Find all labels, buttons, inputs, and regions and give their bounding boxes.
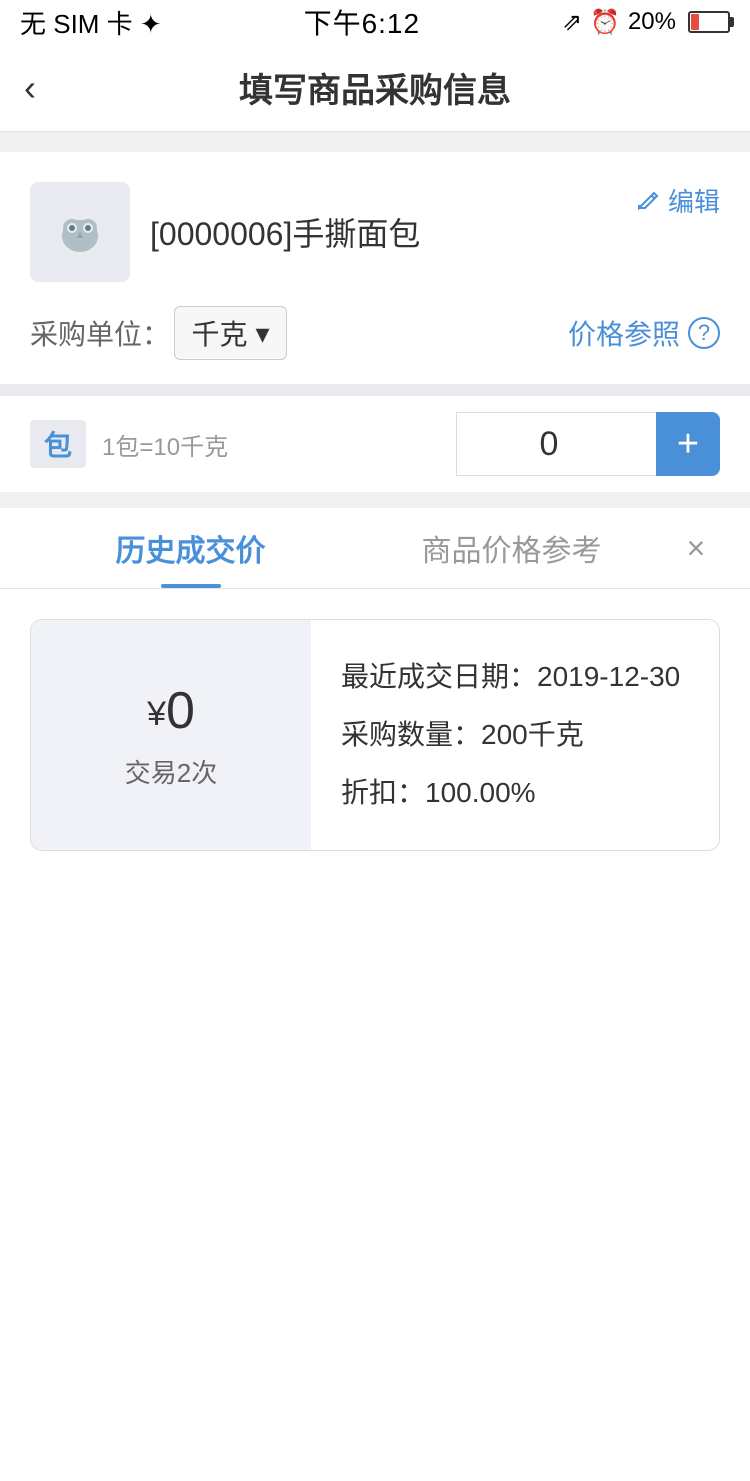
unit-label: 采购单位：: [30, 319, 170, 350]
quantity-input[interactable]: [456, 412, 656, 476]
tabs-header: 历史成交价 商品价格参考 ×: [0, 508, 750, 589]
unit-dropdown-arrow: ▾: [255, 317, 269, 350]
history-qty-row: 采购数量：200千克: [341, 714, 689, 756]
unit-conversion: 1包=10千克: [102, 427, 228, 462]
help-icon: ?: [688, 317, 720, 349]
status-left: 无 SIM 卡 ✦: [20, 4, 162, 41]
yen-symbol: ¥: [147, 694, 166, 732]
quantity-controls: +: [456, 412, 720, 476]
product-section: [0000006]手撕面包 编辑 采购单位： 千克 ▾ 价格参照 ?: [0, 152, 750, 384]
history-card: ¥0 交易2次 最近成交日期：2019-12-30 采购数量：200千克 折扣：…: [30, 619, 720, 851]
edit-button[interactable]: 编辑: [636, 182, 720, 219]
alarm-icon: ⏰: [590, 8, 620, 37]
tab-product-price-ref[interactable]: 商品价格参考: [351, 508, 672, 588]
product-thumbnail: [30, 182, 130, 282]
no-sim-label: 无 SIM 卡 ✦: [20, 4, 162, 41]
location-icon: ⇗: [562, 8, 582, 37]
history-date-row: 最近成交日期：2019-12-30: [341, 656, 689, 698]
history-card-left: ¥0 交易2次: [31, 620, 311, 850]
history-price: ¥0: [147, 681, 195, 741]
battery-percent: 20%: [628, 8, 676, 36]
tab-history-price[interactable]: 历史成交价: [30, 508, 351, 588]
section-divider: [0, 384, 750, 396]
quantity-label: 包 1包=10千克: [30, 420, 228, 468]
back-button[interactable]: ‹: [24, 67, 36, 109]
product-name: [0000006]手撕面包: [150, 209, 420, 255]
unit-select[interactable]: 千克 ▾: [174, 306, 286, 360]
unit-badge: 包: [30, 420, 86, 468]
page-title: 填写商品采购信息: [239, 63, 511, 112]
status-time: 下午6:12: [304, 2, 421, 42]
price-ref-button[interactable]: 价格参照 ?: [568, 313, 720, 353]
status-right: ⇗ ⏰ 20%: [562, 8, 730, 37]
battery-icon: [688, 11, 730, 33]
history-card-right: 最近成交日期：2019-12-30 采购数量：200千克 折扣：100.00%: [311, 620, 719, 850]
tabs-container: 历史成交价 商品价格参考 × ¥0 交易2次 最近成交日期：2019-12-30…: [0, 508, 750, 881]
page-body-rest: [0, 881, 750, 1481]
product-header: [0000006]手撕面包 编辑: [30, 182, 720, 282]
product-unit-row: 采购单位： 千克 ▾ 价格参照 ?: [30, 306, 720, 360]
history-card-container: ¥0 交易2次 最近成交日期：2019-12-30 采购数量：200千克 折扣：…: [0, 589, 750, 881]
quantity-plus-button[interactable]: +: [656, 412, 720, 476]
tab-close-button[interactable]: ×: [672, 524, 720, 572]
history-times: 交易2次: [125, 753, 217, 790]
status-bar: 无 SIM 卡 ✦ 下午6:12 ⇗ ⏰ 20%: [0, 0, 750, 44]
history-discount-row: 折扣：100.00%: [341, 772, 689, 814]
unit-section: 采购单位： 千克 ▾: [30, 306, 287, 360]
nav-bar: ‹ 填写商品采购信息: [0, 44, 750, 132]
quantity-section: 包 1包=10千克 +: [0, 396, 750, 492]
product-info: [0000006]手撕面包: [30, 182, 420, 282]
